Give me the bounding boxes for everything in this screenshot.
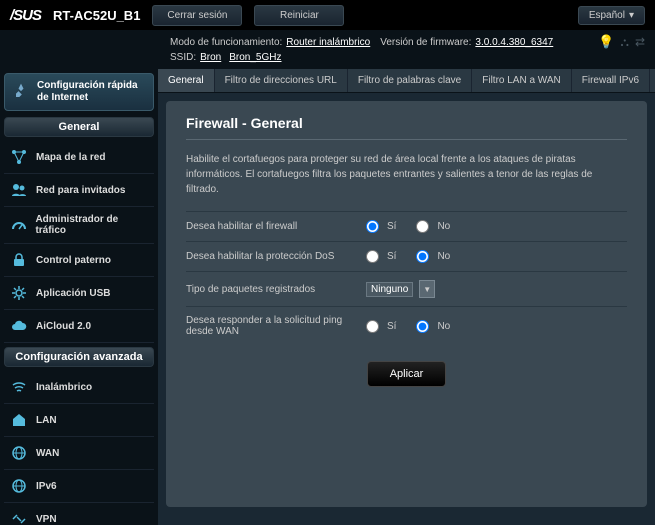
info-bar: Modo de funcionamiento: Router inalámbri… [0,30,655,69]
nav-label: Aplicación USB [36,288,110,299]
nav-ipv6[interactable]: IPv6 [4,470,154,503]
row-log-type: Tipo de paquetes registrados Ninguno ▼ [186,271,627,306]
row-ping-wan: Desea responder a la solicitud ping desd… [186,306,627,345]
lock-icon [10,251,28,269]
meter-icon [10,216,27,234]
field-label: Desea responder a la solicitud ping desd… [186,315,366,337]
section-general: General [4,117,154,137]
language-selector[interactable]: Español ▾ [578,6,645,25]
chevron-down-icon: ▾ [629,10,634,21]
cloud-icon [10,317,28,335]
yes-label: Sí [387,321,396,332]
no-label: No [437,221,450,232]
nav-label: Red para invitados [36,185,125,196]
clients-icon[interactable]: ⛬ [621,35,629,50]
tab-lan-wan-filter[interactable]: Filtro LAN a WAN [472,69,572,92]
nav-parental-control[interactable]: Control paterno [4,244,154,277]
gear-icon [10,284,28,302]
panel-title: Firewall - General [186,115,627,140]
nav-aicloud[interactable]: AiCloud 2.0 [4,310,154,343]
field-label: Tipo de paquetes registrados [186,284,366,295]
reboot-button[interactable]: Reiniciar [254,5,344,26]
globe-icon [10,477,28,495]
top-bar: /SUS RT-AC52U_B1 Cerrar sesión Reiniciar… [0,0,655,30]
model-name: RT-AC52U_B1 [53,8,140,23]
log-type-value: Ninguno [366,282,413,297]
mode-link[interactable]: Router inalámbrico [286,37,370,48]
settings-panel: Firewall - General Habilite el cortafueg… [166,101,647,507]
field-label: Desea habilitar la protección DoS [186,251,366,262]
ping-wan-no[interactable] [416,320,429,333]
nav-label: VPN [36,514,57,525]
apply-button[interactable]: Aplicar [367,361,447,387]
usb-status-icon[interactable]: ⇄ [635,35,645,49]
brand-logo: /SUS [10,7,41,24]
fw-link[interactable]: 3.0.0.4.380_6347 [475,37,553,48]
home-icon [10,411,28,429]
people-icon [10,181,28,199]
language-label: Español [589,10,625,21]
tab-general[interactable]: General [158,69,215,92]
link-icon [10,510,28,525]
tab-url-filter[interactable]: Filtro de direcciones URL [215,69,348,92]
quick-setup-button[interactable]: Configuración rápida de Internet [4,73,154,111]
enable-firewall-yes[interactable] [366,220,379,233]
ssid1-link[interactable]: Bron [200,52,221,63]
wifi-icon [10,378,28,396]
enable-dos-no[interactable] [416,250,429,263]
fw-label: Versión de firmware: [380,37,471,48]
nav-traffic-manager[interactable]: Administrador de tráfico [4,207,154,244]
ping-wan-yes[interactable] [366,320,379,333]
globe-icon [10,444,28,462]
nav-usb-app[interactable]: Aplicación USB [4,277,154,310]
ssid2-link[interactable]: Bron_5GHz [229,52,281,63]
nav-label: IPv6 [36,481,57,492]
rocket-icon [11,82,31,102]
nav-label: Mapa de la red [36,152,105,163]
bulb-icon[interactable]: 💡 [598,34,614,50]
tab-bar: General Filtro de direcciones URL Filtro… [158,69,655,93]
no-label: No [437,321,450,332]
nav-network-map[interactable]: Mapa de la red [4,141,154,174]
no-label: No [437,251,450,262]
quick-setup-label: Configuración rápida de Internet [37,80,147,104]
tab-keyword-filter[interactable]: Filtro de palabras clave [348,69,472,92]
section-advanced: Configuración avanzada [4,347,154,367]
nav-label: AiCloud 2.0 [36,321,91,332]
enable-dos-yes[interactable] [366,250,379,263]
nav-wireless[interactable]: Inalámbrico [4,371,154,404]
yes-label: Sí [387,221,396,232]
log-type-dropdown[interactable]: ▼ [419,280,435,298]
row-enable-dos: Desea habilitar la protección DoS Sí No [186,241,627,271]
row-enable-firewall: Desea habilitar el firewall Sí No [186,211,627,241]
nav-vpn[interactable]: VPN [4,503,154,525]
nav-label: WAN [36,448,59,459]
nav-lan[interactable]: LAN [4,404,154,437]
nav-label: Control paterno [36,255,111,266]
logout-button[interactable]: Cerrar sesión [152,5,242,26]
nav-label: LAN [36,415,57,426]
nav-label: Inalámbrico [36,382,92,393]
main-content: General Filtro de direcciones URL Filtro… [158,69,655,525]
enable-firewall-no[interactable] [416,220,429,233]
network-icon [10,148,28,166]
sidebar: Configuración rápida de Internet General… [0,69,158,525]
nav-guest-network[interactable]: Red para invitados [4,174,154,207]
nav-label: Administrador de tráfico [35,214,148,236]
panel-description: Habilite el cortafuegos para proteger su… [186,152,627,197]
nav-wan[interactable]: WAN [4,437,154,470]
yes-label: Sí [387,251,396,262]
ssid-label: SSID: [170,52,196,63]
mode-label: Modo de funcionamiento: [170,37,282,48]
field-label: Desea habilitar el firewall [186,221,366,232]
tab-firewall-ipv6[interactable]: Firewall IPv6 [572,69,650,92]
